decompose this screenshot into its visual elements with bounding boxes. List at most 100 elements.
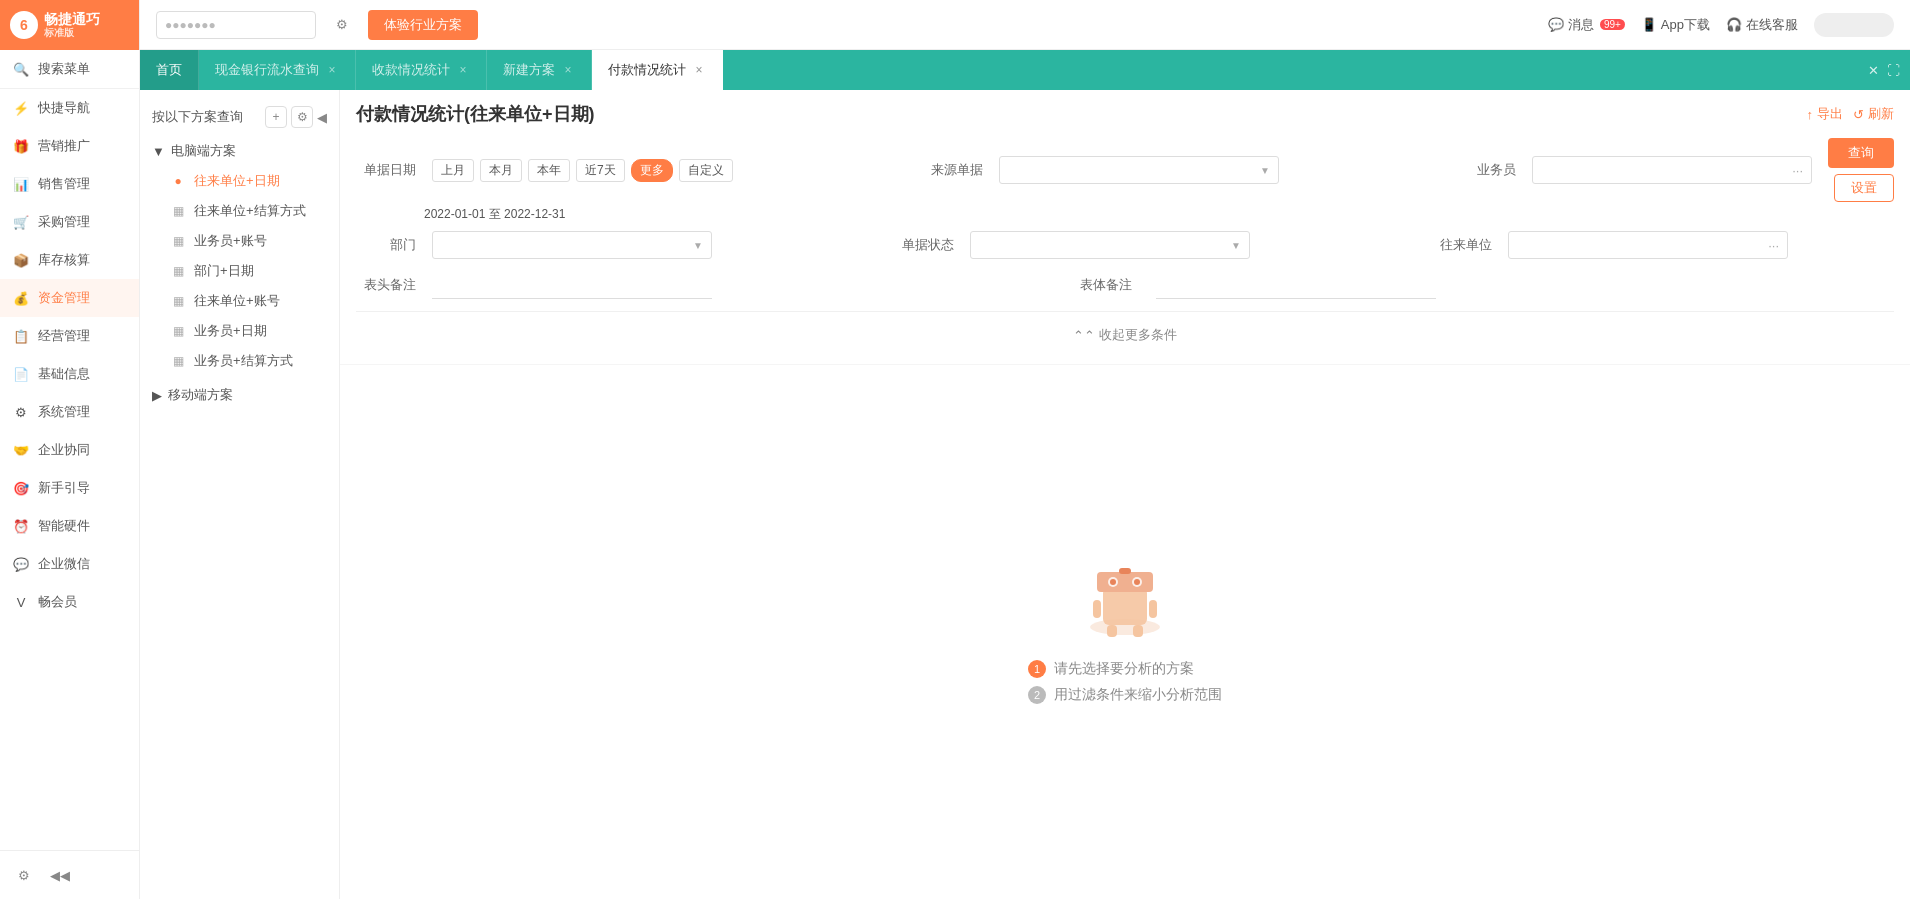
date-btn-custom[interactable]: 自定义 — [679, 159, 733, 182]
main-area: ●●●●●●● ⚙ 体验行业方案 💬 消息 99+ 📱 App下载 🎧 在线客服… — [140, 0, 1910, 899]
address-bar[interactable]: ●●●●●●● — [156, 11, 316, 39]
sidebar-item-label: 畅会员 — [38, 593, 77, 611]
collapse-filter-btn[interactable]: ⌃⌃ 收起更多条件 — [356, 318, 1894, 352]
export-btn[interactable]: ↑ 导出 — [1807, 105, 1844, 123]
step2-num: 2 — [1028, 686, 1046, 704]
sidebar-item-finance[interactable]: 💰 资金管理 — [0, 279, 139, 317]
user-avatar[interactable] — [1814, 13, 1894, 37]
scheme-icon: ▦ — [170, 263, 186, 279]
collapse-left-panel-btn[interactable]: ◀ — [317, 110, 327, 125]
scheme-item-label: 往来单位+日期 — [194, 172, 280, 190]
sidebar-item-wechat[interactable]: 💬 企业微信 — [0, 545, 139, 583]
partner-select[interactable]: ··· — [1508, 231, 1788, 259]
tab-home[interactable]: 首页 — [140, 50, 199, 90]
refresh-btn[interactable]: ↺ 刷新 — [1853, 105, 1894, 123]
empty-step-1: 1 请先选择要分析的方案 — [1028, 660, 1222, 678]
scheme-item-partner-date[interactable]: ● 往来单位+日期 — [140, 166, 339, 196]
tab-home-label: 首页 — [156, 61, 182, 79]
scheme-item-partner-settle[interactable]: ▦ 往来单位+结算方式 — [140, 196, 339, 226]
scheme-item-label: 往来单位+账号 — [194, 292, 280, 310]
svg-rect-11 — [1133, 625, 1143, 637]
notification-btn[interactable]: 💬 消息 99+ — [1548, 16, 1625, 34]
source-select[interactable]: ▼ — [999, 156, 1279, 184]
tab-payment-stats[interactable]: 付款情况统计 × — [592, 50, 723, 90]
tab-bank-close[interactable]: × — [325, 63, 339, 77]
sidebar-item-purchase[interactable]: 🛒 采购管理 — [0, 203, 139, 241]
empty-step-2: 2 用过滤条件来缩小分析范围 — [1028, 686, 1222, 704]
sidebar-item-label: 企业协同 — [38, 441, 90, 459]
topbar-settings-btn[interactable]: ⚙ — [328, 11, 356, 39]
svg-point-6 — [1134, 579, 1140, 585]
sidebar-item-label: 采购管理 — [38, 213, 90, 231]
table-body-note-input[interactable] — [1156, 271, 1436, 299]
trial-btn[interactable]: 体验行业方案 — [368, 10, 478, 40]
table-header-note-input[interactable] — [432, 271, 712, 299]
scheme-item-partner-account[interactable]: ▦ 往来单位+账号 — [140, 286, 339, 316]
dept-select[interactable]: ▼ — [432, 231, 712, 259]
tab-collection-close[interactable]: × — [456, 63, 470, 77]
notif-label: 消息 — [1568, 16, 1594, 34]
filter-row-1: 单据日期 上月 本月 本年 近7天 更多 自定义 来源单据 ▼ — [356, 138, 1894, 202]
sidebar-item-marketing[interactable]: 🎁 营销推广 — [0, 127, 139, 165]
scheme-icon: ▦ — [170, 323, 186, 339]
tab-bank[interactable]: 现金银行流水查询 × — [199, 50, 356, 90]
voucher-status-label: 单据状态 — [902, 236, 954, 254]
close-all-tabs-btn[interactable]: ✕ — [1868, 63, 1879, 78]
scheme-item-staff-account[interactable]: ▦ 业务员+账号 — [140, 226, 339, 256]
svg-rect-8 — [1093, 600, 1101, 618]
guide-icon: 🎯 — [12, 479, 30, 497]
data-area: 1 请先选择要分析的方案 2 用过滤条件来缩小分析范围 — [340, 365, 1910, 899]
query-btn[interactable]: 查询 — [1828, 138, 1894, 168]
tab-new-scheme[interactable]: 新建方案 × — [487, 50, 592, 90]
date-btn-7days[interactable]: 近7天 — [576, 159, 625, 182]
sidebar-logo: 6 畅捷通巧 标准版 — [0, 0, 139, 50]
svg-rect-10 — [1107, 625, 1117, 637]
mobile-group-toggle[interactable]: ▶ 移动端方案 — [140, 380, 339, 410]
online-service-btn[interactable]: 🎧 在线客服 — [1726, 16, 1798, 34]
sidebar-item-guide[interactable]: 🎯 新手引导 — [0, 469, 139, 507]
sidebar-item-operation[interactable]: 📋 经营管理 — [0, 317, 139, 355]
scheme-settings-btn[interactable]: ⚙ — [291, 106, 313, 128]
quick-nav-icon: ⚡ — [12, 99, 30, 117]
scheme-item-staff-settle[interactable]: ▦ 业务员+结算方式 — [140, 346, 339, 376]
sidebar-item-enterprise[interactable]: 🤝 企业协同 — [0, 431, 139, 469]
topbar-right: 💬 消息 99+ 📱 App下载 🎧 在线客服 — [1548, 13, 1894, 37]
sidebar-item-system[interactable]: ⚙ 系统管理 — [0, 393, 139, 431]
sidebar-item-member[interactable]: V 畅会员 — [0, 583, 139, 621]
sidebar-item-quick-nav[interactable]: ⚡ 快捷导航 — [0, 89, 139, 127]
tab-collection-label: 收款情况统计 — [372, 61, 450, 79]
hardware-icon: ⏰ — [12, 517, 30, 535]
scheme-icon: ▦ — [170, 233, 186, 249]
sidebar-item-label: 企业微信 — [38, 555, 90, 573]
desktop-group-toggle[interactable]: ▼ 电脑端方案 — [140, 136, 339, 166]
tab-collection[interactable]: 收款情况统计 × — [356, 50, 487, 90]
expand-tab-btn[interactable]: ⛶ — [1887, 63, 1900, 78]
date-btn-this-year[interactable]: 本年 — [528, 159, 570, 182]
date-btn-last-month[interactable]: 上月 — [432, 159, 474, 182]
scheme-item-label: 业务员+日期 — [194, 322, 267, 340]
collapse-sidebar-btn[interactable]: ◀◀ — [46, 861, 74, 889]
sidebar-item-hardware[interactable]: ⏰ 智能硬件 — [0, 507, 139, 545]
sidebar-item-inventory[interactable]: 📦 库存核算 — [0, 241, 139, 279]
settings-btn[interactable]: 设置 — [1834, 174, 1894, 202]
inventory-icon: 📦 — [12, 251, 30, 269]
voucher-status-select[interactable]: ▼ — [970, 231, 1250, 259]
sidebar-item-sales[interactable]: 📊 销售管理 — [0, 165, 139, 203]
staff-select[interactable]: ··· — [1532, 156, 1812, 184]
app-download-btn[interactable]: 📱 App下载 — [1641, 16, 1710, 34]
add-scheme-btn[interactable]: + — [265, 106, 287, 128]
partner-label: 往来单位 — [1440, 236, 1492, 254]
scheme-item-staff-date[interactable]: ▦ 业务员+日期 — [140, 316, 339, 346]
export-label: 导出 — [1817, 105, 1843, 123]
sidebar-item-basic[interactable]: 📄 基础信息 — [0, 355, 139, 393]
date-btn-more[interactable]: 更多 — [631, 159, 673, 182]
enterprise-icon: 🤝 — [12, 441, 30, 459]
tab-payment-stats-close[interactable]: × — [692, 63, 706, 77]
filter-header: 付款情况统计(往来单位+日期) ↑ 导出 ↺ 刷新 — [356, 102, 1894, 126]
settings-bottom-btn[interactable]: ⚙ — [10, 861, 38, 889]
sidebar-item-label: 新手引导 — [38, 479, 90, 497]
scheme-item-dept-date[interactable]: ▦ 部门+日期 — [140, 256, 339, 286]
date-btn-this-month[interactable]: 本月 — [480, 159, 522, 182]
sidebar-item-search[interactable]: 🔍 搜索菜单 — [0, 50, 139, 89]
tab-new-scheme-close[interactable]: × — [561, 63, 575, 77]
